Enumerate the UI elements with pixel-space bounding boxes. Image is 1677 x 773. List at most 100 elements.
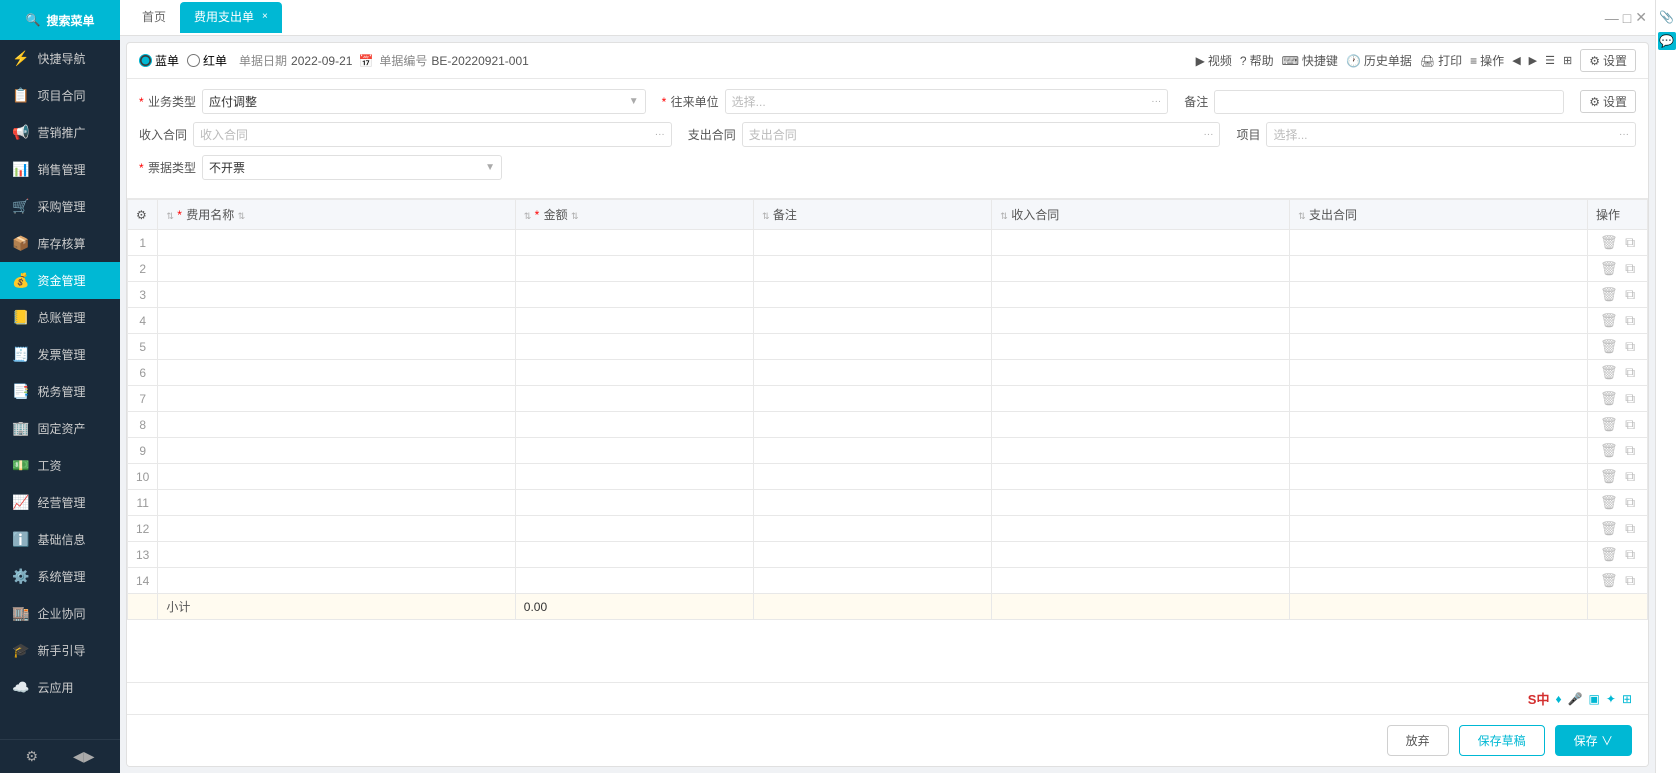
- row-5-income[interactable]: [992, 334, 1290, 360]
- row-3-income[interactable]: [992, 282, 1290, 308]
- row-2-copy-btn[interactable]: ⧉: [1625, 260, 1635, 276]
- row-11-delete-btn[interactable]: 🗑: [1600, 494, 1618, 510]
- row-10-delete-btn[interactable]: 🗑: [1600, 468, 1618, 484]
- row-14-amount[interactable]: [515, 568, 753, 594]
- row-9-remark[interactable]: [754, 438, 992, 464]
- history-btn[interactable]: 🕐 历史单据: [1346, 52, 1412, 69]
- sidebar-item-cloud-apps[interactable]: ☁️云应用: [0, 669, 120, 706]
- row-3-expense[interactable]: [1290, 282, 1588, 308]
- row-7-remark[interactable]: [754, 386, 992, 412]
- row-1-copy-btn[interactable]: ⧉: [1625, 234, 1635, 250]
- row-7-copy-btn[interactable]: ⧉: [1625, 390, 1635, 406]
- sidebar-item-project-contract[interactable]: 📋项目合同: [0, 77, 120, 114]
- row-8-copy-btn[interactable]: ⧉: [1625, 416, 1635, 432]
- row-11-copy-btn[interactable]: ⧉: [1625, 494, 1635, 510]
- sidebar-item-marketing[interactable]: 📢营销推广: [0, 114, 120, 151]
- right-edge-chat-icon[interactable]: 💬: [1658, 32, 1676, 50]
- row-10-income[interactable]: [992, 464, 1290, 490]
- row-2-income[interactable]: [992, 256, 1290, 282]
- row-6-expense[interactable]: [1290, 360, 1588, 386]
- row-14-name[interactable]: [158, 568, 515, 594]
- form-settings-btn[interactable]: ⚙ 设置: [1580, 90, 1636, 113]
- window-maximize-icon[interactable]: □: [1623, 10, 1631, 26]
- row-6-income[interactable]: [992, 360, 1290, 386]
- project-input[interactable]: 选择... ···: [1266, 122, 1636, 147]
- row-7-income[interactable]: [992, 386, 1290, 412]
- row-10-amount[interactable]: [515, 464, 753, 490]
- row-12-remark[interactable]: [754, 516, 992, 542]
- row-3-copy-btn[interactable]: ⧉: [1625, 286, 1635, 302]
- sidebar-item-accounting[interactable]: 📒总账管理: [0, 299, 120, 336]
- row-12-expense[interactable]: [1290, 516, 1588, 542]
- row-1-name[interactable]: [158, 230, 515, 256]
- row-5-amount[interactable]: [515, 334, 753, 360]
- row-1-income[interactable]: [992, 230, 1290, 256]
- sidebar-item-newbie[interactable]: 🎓新手引导: [0, 632, 120, 669]
- tab-close-icon[interactable]: ×: [262, 11, 268, 22]
- row-7-amount[interactable]: [515, 386, 753, 412]
- row-12-income[interactable]: [992, 516, 1290, 542]
- row-8-delete-btn[interactable]: 🗑: [1600, 416, 1618, 432]
- row-4-remark[interactable]: [754, 308, 992, 334]
- video-btn[interactable]: ▶ 视频: [1196, 52, 1232, 69]
- discard-button[interactable]: 放弃: [1387, 725, 1449, 756]
- row-1-expense[interactable]: [1290, 230, 1588, 256]
- row-4-name[interactable]: [158, 308, 515, 334]
- row-10-copy-btn[interactable]: ⧉: [1625, 468, 1635, 484]
- row-13-income[interactable]: [992, 542, 1290, 568]
- sidebar-item-system[interactable]: ⚙️系统管理: [0, 558, 120, 595]
- row-11-amount[interactable]: [515, 490, 753, 516]
- settings-btn[interactable]: ⚙ 设置: [1580, 49, 1636, 72]
- row-6-remark[interactable]: [754, 360, 992, 386]
- row-9-delete-btn[interactable]: 🗑: [1600, 442, 1618, 458]
- row-11-income[interactable]: [992, 490, 1290, 516]
- sidebar-item-base-info[interactable]: ℹ️基础信息: [0, 521, 120, 558]
- red-bill-radio[interactable]: 红单: [187, 52, 227, 69]
- tab-home[interactable]: 首页: [128, 2, 180, 33]
- sidebar-item-fixed-assets[interactable]: 🏢固定资产: [0, 410, 120, 447]
- row-14-expense[interactable]: [1290, 568, 1588, 594]
- sidebar-item-enterprise[interactable]: 🏬企业协同: [0, 595, 120, 632]
- row-1-remark[interactable]: [754, 230, 992, 256]
- row-2-amount[interactable]: [515, 256, 753, 282]
- row-4-amount[interactable]: [515, 308, 753, 334]
- row-11-remark[interactable]: [754, 490, 992, 516]
- nav-prev-btn[interactable]: ◀: [1512, 54, 1520, 67]
- bill-number-value[interactable]: BE-20220921-001: [431, 54, 528, 68]
- expense-contract-input[interactable]: 支出合同 ···: [742, 122, 1221, 147]
- row-6-name[interactable]: [158, 360, 515, 386]
- row-5-copy-btn[interactable]: ⧉: [1625, 338, 1635, 354]
- row-1-delete-btn[interactable]: 🗑: [1600, 234, 1618, 250]
- row-13-delete-btn[interactable]: 🗑: [1600, 546, 1618, 562]
- settings-icon[interactable]: ⚙: [25, 748, 38, 765]
- row-1-amount[interactable]: [515, 230, 753, 256]
- col-amount-header[interactable]: ⇅ * 金额 ⇅: [515, 200, 753, 230]
- print-btn[interactable]: 🖨 打印: [1420, 52, 1462, 69]
- row-10-remark[interactable]: [754, 464, 992, 490]
- col-name-header[interactable]: ⇅ * 费用名称 ⇅: [158, 200, 515, 230]
- row-2-delete-btn[interactable]: 🗑: [1600, 260, 1618, 276]
- row-13-copy-btn[interactable]: ⧉: [1625, 546, 1635, 562]
- row-7-name[interactable]: [158, 386, 515, 412]
- row-12-amount[interactable]: [515, 516, 753, 542]
- row-2-remark[interactable]: [754, 256, 992, 282]
- row-9-name[interactable]: [158, 438, 515, 464]
- tab-expense[interactable]: 费用支出单 ×: [180, 2, 282, 33]
- sidebar-item-payroll[interactable]: 💵工资: [0, 447, 120, 484]
- row-13-name[interactable]: [158, 542, 515, 568]
- biz-type-input[interactable]: 应付调整 ▼: [202, 89, 646, 114]
- row-2-expense[interactable]: [1290, 256, 1588, 282]
- income-contract-input[interactable]: 收入合同 ···: [193, 122, 672, 147]
- calendar-icon[interactable]: 📅: [358, 54, 373, 68]
- row-3-amount[interactable]: [515, 282, 753, 308]
- bill-date-value[interactable]: 2022-09-21: [291, 54, 352, 68]
- row-14-copy-btn[interactable]: ⧉: [1625, 572, 1635, 588]
- row-9-copy-btn[interactable]: ⧉: [1625, 442, 1635, 458]
- save-draft-button[interactable]: 保存草稿: [1459, 725, 1545, 756]
- row-12-delete-btn[interactable]: 🗑: [1600, 520, 1618, 536]
- invoice-type-input[interactable]: 不开票 ▼: [202, 155, 502, 180]
- row-13-remark[interactable]: [754, 542, 992, 568]
- sidebar-header[interactable]: 🔍 搜索菜单: [0, 0, 120, 40]
- row-6-delete-btn[interactable]: 🗑: [1600, 364, 1618, 380]
- row-6-copy-btn[interactable]: ⧉: [1625, 364, 1635, 380]
